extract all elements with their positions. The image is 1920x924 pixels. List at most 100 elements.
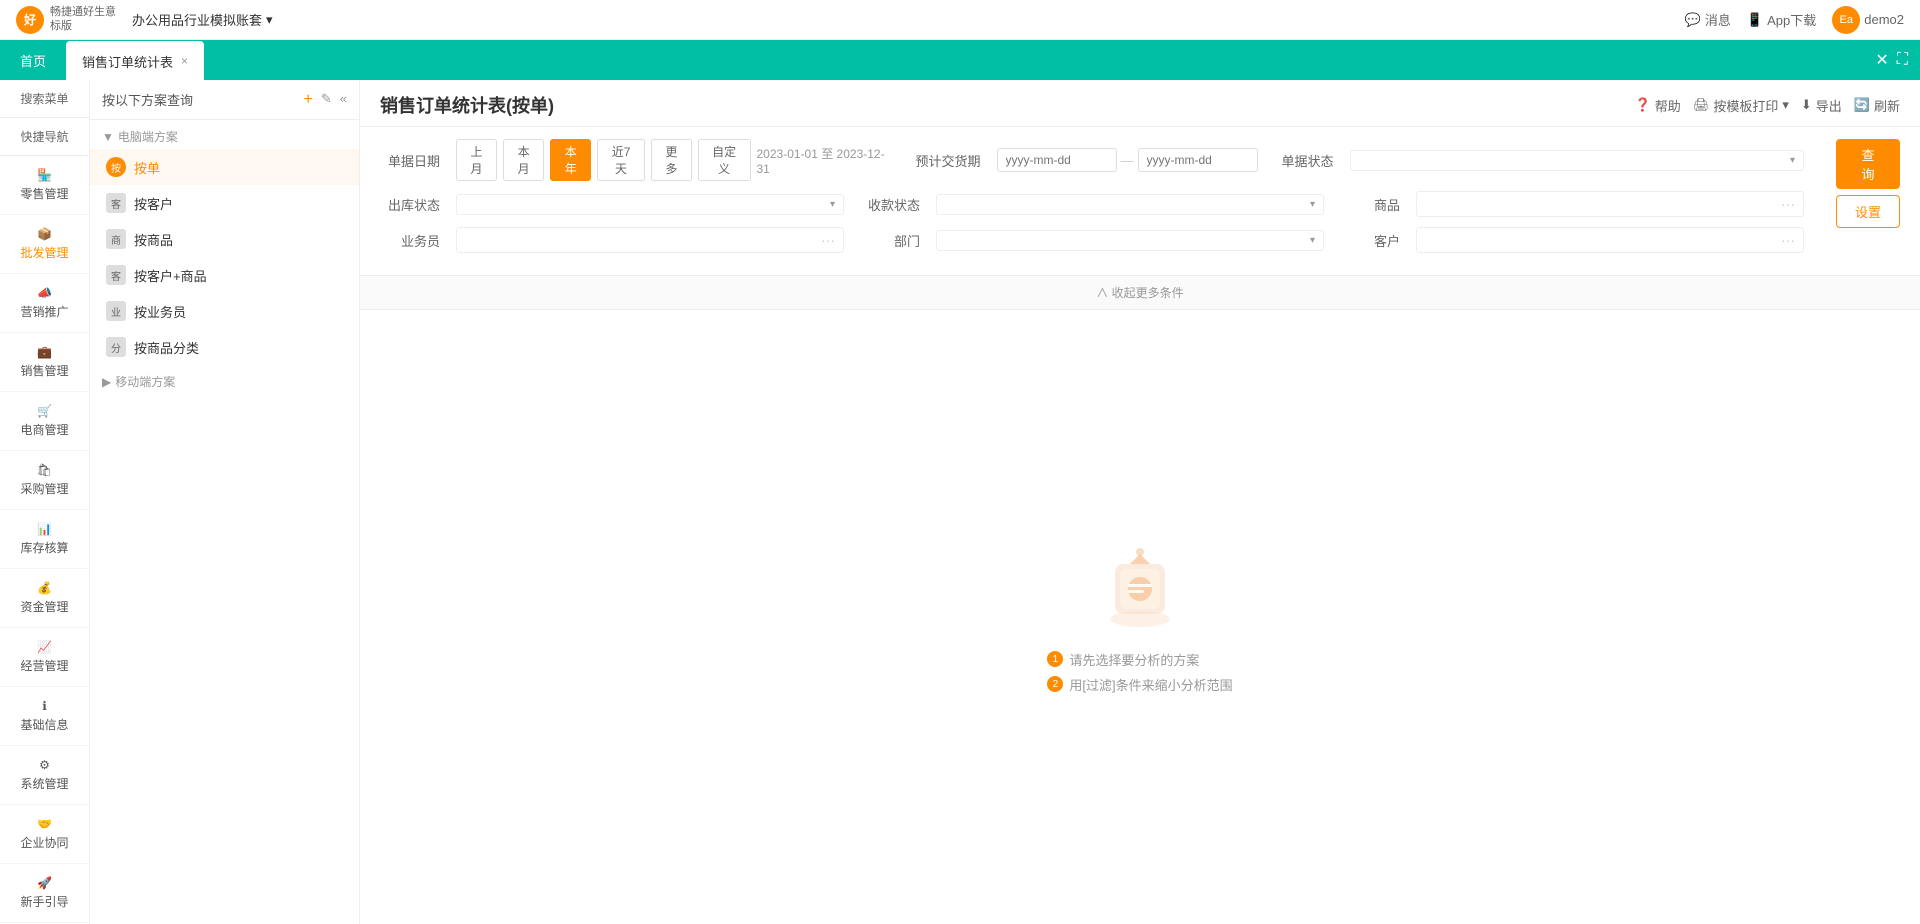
sidebar-item-inventory[interactable]: 📊 库存核算: [0, 510, 89, 569]
top-bar-right: 💬 消息 📱 App下载 Ea demo2: [1685, 6, 1904, 34]
scheme-item-by-goods[interactable]: 商 按商品: [90, 221, 359, 257]
ship-status-label: 出库状态: [380, 195, 440, 214]
sidebar-item-basic-info[interactable]: ℹ 基础信息: [0, 687, 89, 746]
scheme-icon-category: 分: [106, 337, 126, 357]
window-close-icon[interactable]: ✕: [1875, 50, 1888, 70]
add-scheme-button[interactable]: +: [304, 91, 313, 109]
this-month-btn[interactable]: 本月: [503, 139, 544, 181]
tab-bar-right: ✕ ⛶: [1875, 50, 1920, 70]
left-panel-actions: + ✎ «: [304, 91, 347, 109]
mobile-section-title: ▶ 移动端方案: [90, 365, 359, 394]
maximize-icon[interactable]: ⛶: [1897, 51, 1908, 69]
customer-dots[interactable]: ···: [1781, 232, 1795, 248]
scheme-item-by-category[interactable]: 分 按商品分类: [90, 329, 359, 365]
avatar: Ea: [1832, 6, 1860, 34]
tab-active[interactable]: 销售订单统计表 ×: [66, 41, 204, 81]
wholesale-icon: 📦: [37, 227, 52, 241]
operations-icon: 📈: [37, 640, 52, 654]
user-profile[interactable]: Ea demo2: [1832, 6, 1904, 34]
expected-date-label: 预计交货期: [909, 151, 981, 170]
date-range-text: 2023-01-01 至 2023-12-31: [757, 145, 893, 176]
bill-status-arrow[interactable]: ▾: [1790, 155, 1795, 166]
department-arrow[interactable]: ▾: [1310, 235, 1315, 246]
message-link[interactable]: 💬 消息: [1685, 10, 1731, 29]
expected-date-end[interactable]: [1138, 148, 1258, 172]
scheme-item-by-customer-goods[interactable]: 客 按客户+商品: [90, 257, 359, 293]
sidebar-item-newbie[interactable]: 🚀 新手引导: [0, 864, 89, 923]
tab-home[interactable]: 首页: [0, 40, 66, 80]
ship-status-control: ▾: [456, 194, 844, 215]
last-month-btn[interactable]: 上月: [456, 139, 497, 181]
help-button[interactable]: ❓ 帮助: [1635, 96, 1681, 115]
bill-date-label: 单据日期: [380, 151, 440, 170]
tab-close-icon[interactable]: ×: [181, 54, 188, 68]
sidebar-item-marketing[interactable]: 📣 营销推广: [0, 274, 89, 333]
filter-row-2: 出库状态 ▾ 收款状态 ▾ 商品: [380, 191, 1804, 217]
sidebar-item-finance[interactable]: 💰 资金管理: [0, 569, 89, 628]
collapse-bar[interactable]: ∧ 收起更多条件: [360, 276, 1920, 310]
department-control: ▾: [936, 230, 1324, 251]
department-label: 部门: [860, 231, 920, 250]
scheme-item-by-order[interactable]: 按 按单: [90, 149, 359, 185]
quick-nav-label[interactable]: 快捷导航: [8, 128, 81, 145]
help-icon: ❓: [1635, 97, 1651, 113]
more-btn[interactable]: 更多: [651, 139, 692, 181]
sidebar-item-retail[interactable]: 🏪 零售管理: [0, 156, 89, 215]
sidebar-item-wholesale[interactable]: 📦 批发管理: [0, 215, 89, 274]
scheme-item-by-customer[interactable]: 客 按客户: [90, 185, 359, 221]
goods-dots[interactable]: ···: [1781, 196, 1795, 212]
sidebar-item-operations[interactable]: 📈 经营管理: [0, 628, 89, 687]
company-select[interactable]: 办公用品行业模拟账套 ▾: [124, 10, 281, 29]
page-title: 销售订单统计表(按单): [380, 92, 554, 118]
export-button[interactable]: ⬇ 导出: [1801, 96, 1842, 115]
sidebar-item-system[interactable]: ⚙ 系统管理: [0, 746, 89, 805]
query-button[interactable]: 查询: [1836, 139, 1900, 189]
edit-scheme-button[interactable]: ✎: [321, 91, 332, 109]
scheme-icon-salesperson: 业: [106, 301, 126, 321]
template-print-button[interactable]: 🖨 按模板打印 ▾: [1693, 96, 1789, 115]
empty-illustration: [1090, 534, 1190, 634]
ship-status-arrow[interactable]: ▾: [830, 199, 835, 210]
top-bar: 好 畅捷通好生意 标版 办公用品行业模拟账套 ▾ 💬 消息 📱 App下载 Ea…: [0, 0, 1920, 40]
sidebar-quick-nav[interactable]: 快捷导航: [0, 118, 89, 156]
scheme-item-by-salesperson[interactable]: 业 按业务员: [90, 293, 359, 329]
bill-status-control: ▾: [1350, 150, 1805, 171]
tab-bar: 首页 销售订单统计表 × ✕ ⛶: [0, 40, 1920, 80]
collab-icon: 🤝: [37, 817, 52, 831]
goods-control: ···: [1416, 191, 1804, 217]
customer-label: 客户: [1340, 231, 1400, 250]
message-icon: 💬: [1685, 12, 1701, 28]
logo-text: 畅捷通好生意 标版: [50, 6, 116, 32]
retail-icon: 🏪: [37, 168, 52, 182]
right-main: 销售订单统计表(按单) ❓ 帮助 🖨 按模板打印 ▾ ⬇ 导出: [360, 80, 1920, 924]
sidebar-item-purchase[interactable]: 🛍 采购管理: [0, 451, 89, 510]
page-actions: ❓ 帮助 🖨 按模板打印 ▾ ⬇ 导出 🔄 刷新: [1635, 96, 1900, 115]
payment-status-arrow[interactable]: ▾: [1310, 199, 1315, 210]
date-separator: —: [1121, 153, 1134, 168]
expected-date-start[interactable]: [997, 148, 1117, 172]
customer-control: ···: [1416, 227, 1804, 253]
refresh-button[interactable]: 🔄 刷新: [1854, 96, 1900, 115]
settings-button[interactable]: 设置: [1836, 195, 1900, 228]
search-menu-label[interactable]: 搜索菜单: [8, 90, 81, 107]
scheme-icon-cg: 客: [106, 265, 126, 285]
sidebar-search[interactable]: 搜索菜单: [0, 80, 89, 118]
empty-state: 1 请先选择要分析的方案 2 用[过滤]条件来缩小分析范围: [1047, 534, 1232, 700]
last-7-days-btn[interactable]: 近7天: [597, 139, 645, 181]
ecommerce-icon: 🛒: [37, 404, 52, 418]
basic-info-icon: ℹ: [42, 699, 47, 713]
scheme-icon-customer: 客: [106, 193, 126, 213]
sidebar-item-collab[interactable]: 🤝 企业协同: [0, 805, 89, 864]
custom-btn[interactable]: 自定义: [698, 139, 751, 181]
sidebar-item-ecommerce[interactable]: 🛒 电商管理: [0, 392, 89, 451]
salesperson-control: ···: [456, 227, 844, 253]
left-panel: 按以下方案查询 + ✎ « ▼ 电脑端方案 按 按单 客 按客户 商: [90, 80, 360, 924]
scheme-icon-order: 按: [106, 157, 126, 177]
sidebar-item-sales[interactable]: 💼 销售管理: [0, 333, 89, 392]
payment-status-label: 收款状态: [860, 195, 920, 214]
marketing-icon: 📣: [37, 286, 52, 300]
salesperson-dots[interactable]: ···: [821, 232, 835, 248]
app-download-link[interactable]: 📱 App下载: [1747, 10, 1816, 29]
this-year-btn[interactable]: 本年: [550, 139, 591, 181]
collapse-panel-button[interactable]: «: [340, 91, 347, 109]
